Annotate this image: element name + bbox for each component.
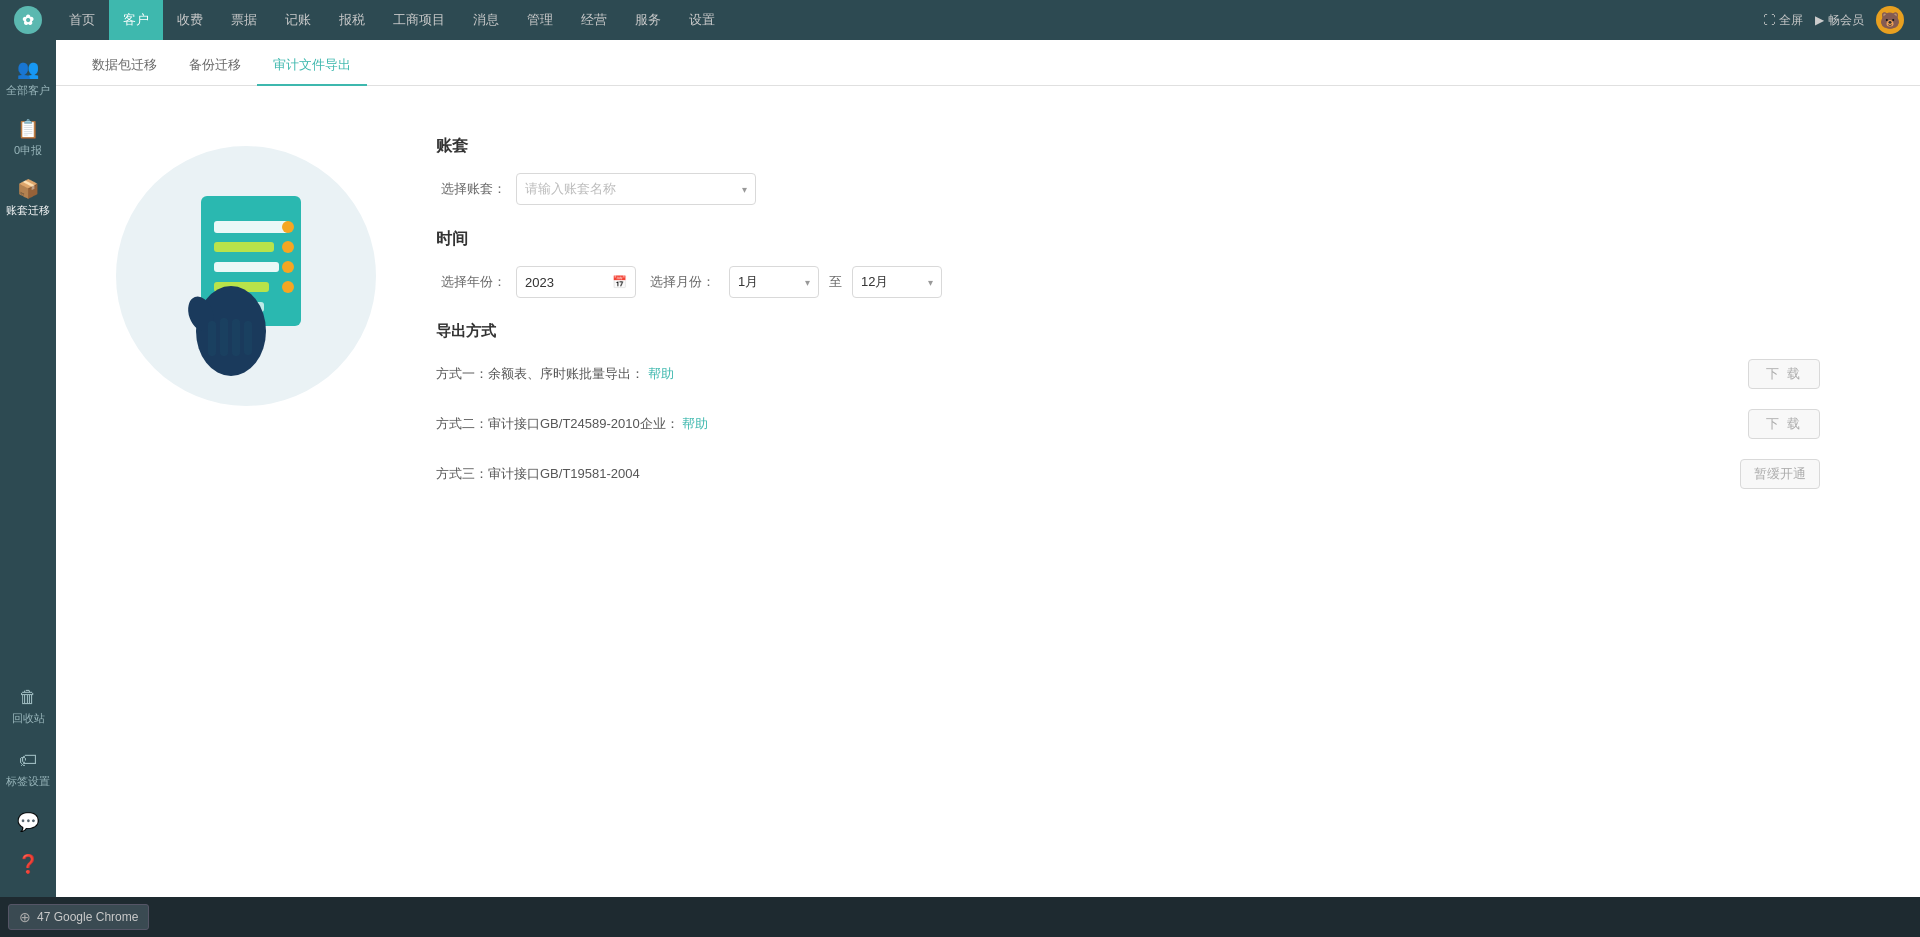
sidebar-item-all-customers[interactable]: 👥 全部客户 — [0, 50, 56, 106]
tabs-bar: 数据包迁移 备份迁移 审计文件导出 — [56, 40, 1920, 86]
time-section-title: 时间 — [436, 229, 1860, 250]
export-method-1-help[interactable]: 帮助 — [648, 366, 674, 381]
month-start-arrow: ▾ — [805, 277, 810, 288]
taskbar: ⊕ 47 Google Chrome — [0, 897, 1920, 937]
logo-area: ✿ — [0, 0, 55, 40]
logo-icon: ✿ — [14, 6, 42, 34]
nav-bookkeeping[interactable]: 记账 — [271, 0, 325, 40]
account-select-row: 选择账套： 请输入账套名称 ▾ — [436, 173, 1860, 205]
all-customers-icon: 👥 — [17, 58, 39, 80]
sidebar-label-recycle: 回收站 — [12, 711, 45, 726]
help-icon[interactable]: ❓ — [11, 847, 45, 881]
sidebar-item-zero-report[interactable]: 📋 0申报 — [0, 110, 56, 166]
account-select-placeholder: 请输入账套名称 — [525, 180, 616, 198]
chat-icon[interactable]: 💬 — [11, 805, 45, 839]
nav-right: ⛶ 全屏 ▶ 畅会员 🐻 — [1763, 6, 1920, 34]
page-content: 账套 选择账套： 请输入账套名称 ▾ 时间 选择年份： 2023 — [56, 86, 1920, 897]
month-start-select[interactable]: 1月 ▾ — [729, 266, 819, 298]
account-section-title: 账套 — [436, 136, 1860, 157]
export-method-1-download-btn[interactable]: 下 载 — [1748, 359, 1820, 389]
top-navigation: ✿ 首页 客户 收费 票据 记账 报税 工商项目 消息 管理 经营 服务 设置 … — [0, 0, 1920, 40]
account-select-label: 选择账套： — [436, 180, 506, 198]
month-end-arrow: ▾ — [928, 277, 933, 288]
sidebar-label-account-migration: 账套迁移 — [6, 203, 50, 218]
sidebar-label-tag-settings: 标签设置 — [6, 774, 50, 789]
nav-message[interactable]: 消息 — [459, 0, 513, 40]
svg-rect-15 — [244, 321, 252, 355]
svg-point-8 — [282, 261, 294, 273]
tab-audit-export[interactable]: 审计文件导出 — [257, 46, 367, 86]
svg-rect-14 — [232, 319, 240, 356]
avatar[interactable]: 🐻 — [1876, 6, 1904, 34]
fullscreen-icon: ⛶ — [1763, 13, 1775, 27]
fullscreen-btn[interactable]: ⛶ 全屏 — [1763, 12, 1803, 29]
tab-data-migration[interactable]: 数据包迁移 — [76, 46, 173, 86]
nav-manage[interactable]: 管理 — [513, 0, 567, 40]
export-method-3-row: 方式三：审计接口GB/T19581-2004 暂缓开通 — [436, 459, 1860, 489]
sidebar-label-all-customers: 全部客户 — [6, 83, 50, 98]
nav-tax[interactable]: 报税 — [325, 0, 379, 40]
form-area: 账套 选择账套： 请输入账套名称 ▾ 时间 选择年份： 2023 — [436, 126, 1860, 857]
sidebar-item-recycle[interactable]: 🗑 回收站 — [2, 679, 54, 734]
tag-settings-icon: 🏷 — [19, 750, 37, 771]
account-migration-icon: 📦 — [17, 178, 39, 200]
svg-rect-12 — [208, 321, 216, 356]
svg-point-6 — [282, 221, 294, 233]
member-btn[interactable]: ▶ 畅会员 — [1815, 12, 1864, 29]
svg-rect-3 — [214, 262, 279, 272]
sidebar-bottom: 🗑 回收站 🏷 标签设置 💬 ❓ — [2, 679, 54, 897]
sidebar-item-tag-settings[interactable]: 🏷 标签设置 — [2, 742, 54, 797]
nav-items: 首页 客户 收费 票据 记账 报税 工商项目 消息 管理 经营 服务 设置 — [55, 0, 1763, 40]
export-method-1-desc: 方式一：余额表、序时账批量导出： 帮助 — [436, 365, 674, 383]
sidebar-label-zero-report: 0申报 — [14, 143, 42, 158]
export-section-title: 导出方式 — [436, 322, 1860, 341]
export-method-3-desc: 方式三：审计接口GB/T19581-2004 — [436, 465, 640, 483]
nav-operation[interactable]: 经营 — [567, 0, 621, 40]
account-dropdown-arrow: ▾ — [742, 184, 747, 195]
export-method-1-row: 方式一：余额表、序时账批量导出： 帮助 下 载 — [436, 359, 1860, 389]
svg-point-7 — [282, 241, 294, 253]
year-label: 选择年份： — [436, 273, 506, 291]
illustration-area — [116, 126, 376, 857]
nav-invoice[interactable]: 票据 — [217, 0, 271, 40]
export-method-3-open-btn[interactable]: 暂缓开通 — [1740, 459, 1820, 489]
nav-business[interactable]: 工商项目 — [379, 0, 459, 40]
nav-fee[interactable]: 收费 — [163, 0, 217, 40]
year-value: 2023 — [525, 275, 554, 290]
chrome-icon: ⊕ — [19, 909, 31, 925]
sidebar-item-account-migration[interactable]: 📦 账套迁移 — [0, 170, 56, 226]
month-end-select[interactable]: 12月 ▾ — [852, 266, 942, 298]
nav-home[interactable]: 首页 — [55, 0, 109, 40]
export-method-2-desc: 方式二：审计接口GB/T24589-2010企业： 帮助 — [436, 415, 708, 433]
export-method-2-row: 方式二：审计接口GB/T24589-2010企业： 帮助 下 载 — [436, 409, 1860, 439]
member-icon: ▶ — [1815, 13, 1824, 27]
tab-backup-migration[interactable]: 备份迁移 — [173, 46, 257, 86]
taskbar-app-label: 47 Google Chrome — [37, 910, 138, 924]
year-input[interactable]: 2023 📅 — [516, 266, 636, 298]
calendar-icon: 📅 — [612, 275, 627, 289]
recycle-icon: 🗑 — [19, 687, 37, 708]
time-select-row: 选择年份： 2023 📅 选择月份： 1月 ▾ 至 12月 — [436, 266, 1860, 298]
separator: 至 — [829, 273, 842, 291]
month-end-value: 12月 — [861, 273, 888, 291]
content-area: 数据包迁移 备份迁移 审计文件导出 — [56, 40, 1920, 897]
svg-rect-13 — [220, 318, 228, 356]
nav-customer[interactable]: 客户 — [109, 0, 163, 40]
svg-point-9 — [282, 281, 294, 293]
taskbar-chrome-app[interactable]: ⊕ 47 Google Chrome — [8, 904, 149, 930]
nav-service[interactable]: 服务 — [621, 0, 675, 40]
svg-rect-1 — [214, 221, 288, 233]
main-layout: 👥 全部客户 📋 0申报 📦 账套迁移 🗑 回收站 🏷 标签设置 💬 ❓ — [0, 40, 1920, 897]
export-method-2-download-btn[interactable]: 下 载 — [1748, 409, 1820, 439]
svg-rect-2 — [214, 242, 274, 252]
illustration-circle — [116, 146, 376, 406]
zero-report-icon: 📋 — [17, 118, 39, 140]
export-method-2-help[interactable]: 帮助 — [682, 416, 708, 431]
nav-settings[interactable]: 设置 — [675, 0, 729, 40]
month-label: 选择月份： — [646, 273, 719, 291]
account-select-input[interactable]: 请输入账套名称 ▾ — [516, 173, 756, 205]
sidebar: 👥 全部客户 📋 0申报 📦 账套迁移 🗑 回收站 🏷 标签设置 💬 ❓ — [0, 40, 56, 897]
export-section: 导出方式 方式一：余额表、序时账批量导出： 帮助 下 载 方式二：审计接口GB/… — [436, 322, 1860, 489]
month-start-value: 1月 — [738, 273, 758, 291]
